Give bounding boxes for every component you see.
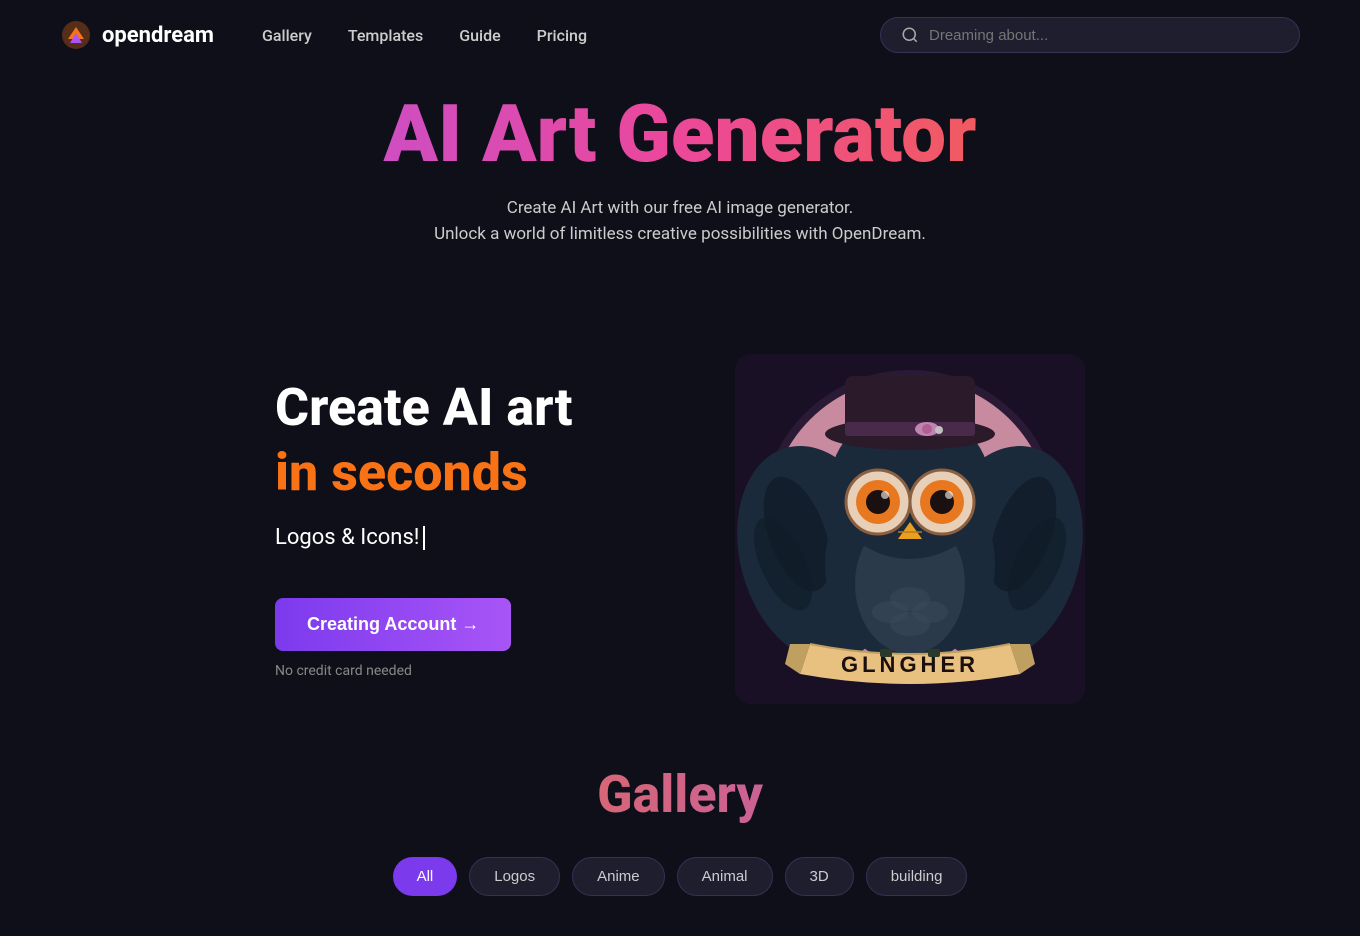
logo-text: opendream bbox=[102, 23, 214, 48]
nav-item-guide[interactable]: Guide bbox=[459, 26, 500, 45]
search-bar[interactable] bbox=[880, 17, 1300, 53]
cta-button[interactable]: Creating Account → bbox=[275, 598, 511, 651]
no-credit-text: No credit card needed bbox=[275, 663, 655, 679]
navbar: opendream Gallery Templates Guide Pricin… bbox=[0, 0, 1360, 70]
gallery-title: Gallery bbox=[80, 764, 1280, 825]
hero-subtitle: Create AI Art with our free AI image gen… bbox=[0, 198, 1360, 218]
filter-tabs: All Logos Anime Animal 3D building bbox=[80, 857, 1280, 896]
search-icon bbox=[901, 26, 919, 44]
hero-section: AI Art Generator Create AI Art with our … bbox=[0, 70, 1360, 354]
nav-item-gallery[interactable]: Gallery bbox=[262, 26, 312, 45]
filter-tab-anime[interactable]: Anime bbox=[572, 857, 665, 896]
filter-tab-all[interactable]: All bbox=[393, 857, 458, 896]
svg-text:GLNGHER: GLNGHER bbox=[841, 652, 979, 677]
right-panel: GLNGHER bbox=[735, 354, 1085, 704]
filter-tab-3d[interactable]: 3D bbox=[785, 857, 854, 896]
create-title-line1: Create AI art bbox=[275, 379, 655, 436]
cursor-blink bbox=[423, 526, 425, 550]
logo[interactable]: opendream bbox=[60, 19, 214, 51]
filter-tab-building[interactable]: building bbox=[866, 857, 968, 896]
nav-item-templates[interactable]: Templates bbox=[348, 26, 423, 45]
create-title-line2: in seconds bbox=[275, 444, 655, 501]
hero-title: AI Art Generator bbox=[0, 90, 1360, 178]
search-input[interactable] bbox=[929, 27, 1279, 44]
nav-left: opendream Gallery Templates Guide Pricin… bbox=[60, 19, 587, 51]
nav-links: Gallery Templates Guide Pricing bbox=[262, 26, 587, 45]
tagline: Logos & Icons! bbox=[275, 525, 655, 550]
nav-item-pricing[interactable]: Pricing bbox=[537, 26, 587, 45]
left-panel: Create AI art in seconds Logos & Icons! … bbox=[275, 379, 655, 679]
logo-icon bbox=[60, 19, 92, 51]
filter-tab-logos[interactable]: Logos bbox=[469, 857, 560, 896]
gallery-section: Gallery All Logos Anime Animal 3D buildi… bbox=[0, 704, 1360, 936]
main-content: Create AI art in seconds Logos & Icons! … bbox=[0, 354, 1360, 704]
filter-tab-animal[interactable]: Animal bbox=[677, 857, 773, 896]
hero-subtitle2: Unlock a world of limitless creative pos… bbox=[0, 224, 1360, 244]
art-image: GLNGHER bbox=[735, 354, 1085, 704]
owl-illustration: GLNGHER bbox=[735, 354, 1085, 704]
